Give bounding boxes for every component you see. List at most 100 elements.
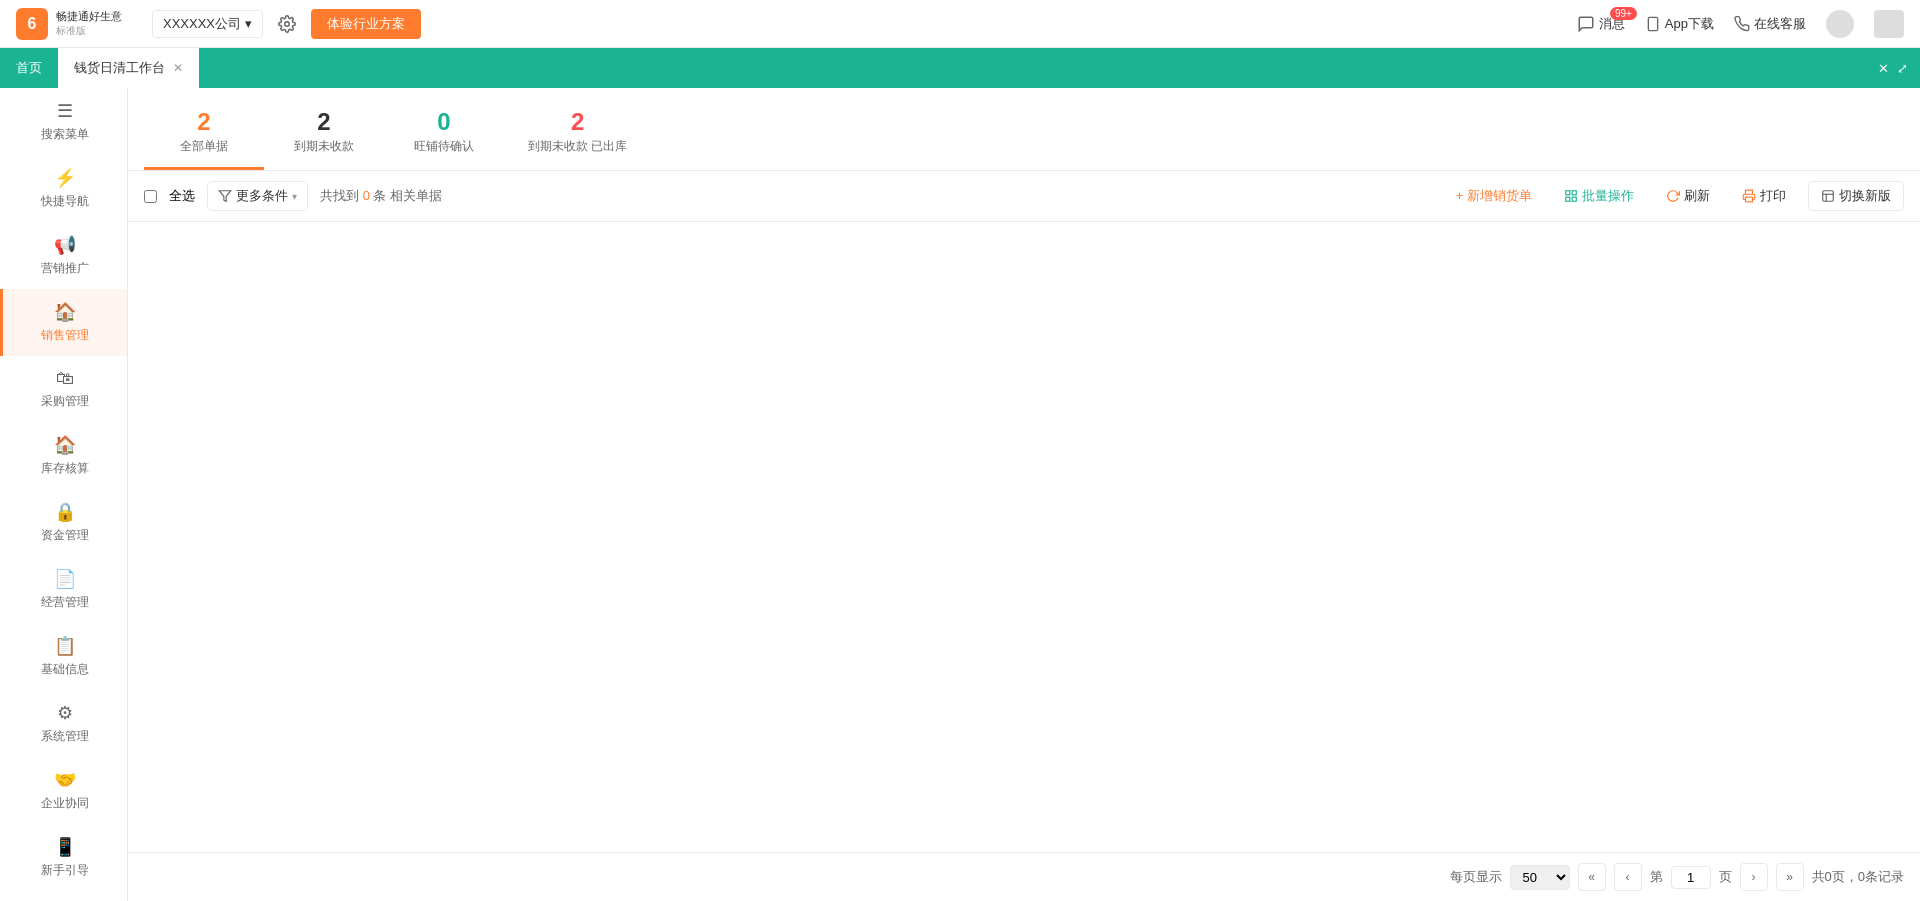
sidebar-item-cooperation[interactable]: 🤝 企业协同 <box>0 757 127 824</box>
stat-all-label: 全部单据 <box>168 138 240 155</box>
select-all-checkbox[interactable] <box>144 190 157 203</box>
sidebar-item-label: 库存核算 <box>41 460 89 477</box>
cooperation-icon: 🤝 <box>54 769 76 791</box>
stat-tab-all[interactable]: 2 全部单据 <box>144 100 264 170</box>
stat-wangpu-label: 旺铺待确认 <box>408 138 480 155</box>
stat-all-number: 2 <box>168 108 240 136</box>
online-service-label: 在线客服 <box>1754 15 1806 33</box>
filter-button[interactable]: 更多条件 ▾ <box>207 181 308 211</box>
stat-overdue-shipped-number: 2 <box>528 108 627 136</box>
stat-tab-wangpu[interactable]: 0 旺铺待确认 <box>384 100 504 170</box>
sidebar-item-label: 采购管理 <box>41 393 89 410</box>
sidebar-item-label: 搜索菜单 <box>41 126 89 143</box>
switch-icon <box>1821 189 1835 203</box>
switch-version-button[interactable]: 切换新版 <box>1808 181 1904 211</box>
last-page-button[interactable]: » <box>1776 863 1804 891</box>
stat-overdue-number: 2 <box>288 108 360 136</box>
prev-page-button[interactable]: ‹ <box>1614 863 1642 891</box>
add-sales-order-label: + 新增销货单 <box>1456 187 1532 205</box>
content-area: 2 全部单据 2 到期未收款 0 旺铺待确认 2 到期未收款 已出库 全选 更多… <box>128 88 1920 901</box>
page-word: 第 <box>1650 868 1663 886</box>
settings-button[interactable] <box>271 8 303 40</box>
top-nav: 6 畅捷通好生意 标准版 XXXXXX公司 ▾ 体验行业方案 消息 99+ Ap… <box>0 0 1920 48</box>
search-menu-icon: ☰ <box>57 100 73 122</box>
username-label <box>1874 10 1904 38</box>
sidebar-item-sales[interactable]: 🏠 销售管理 <box>0 289 127 356</box>
logo-badge: 标准版 <box>56 24 122 38</box>
first-page-button[interactable]: « <box>1578 863 1606 891</box>
sidebar-item-label: 营销推广 <box>41 260 89 277</box>
logo-title: 畅捷通好生意 <box>56 9 122 23</box>
print-label: 打印 <box>1760 187 1786 205</box>
print-icon <box>1742 189 1756 203</box>
sidebar-item-label: 基础信息 <box>41 661 89 678</box>
add-sales-order-button[interactable]: + 新增销货单 <box>1446 182 1542 210</box>
page-size-select[interactable]: 50 20 100 <box>1510 865 1570 890</box>
page-number-input[interactable] <box>1671 866 1711 889</box>
guide-icon: 📱 <box>54 836 76 858</box>
batch-label: 批量操作 <box>1582 187 1634 205</box>
svg-rect-1 <box>1648 17 1657 30</box>
tab-home-label: 首页 <box>16 59 42 77</box>
tab-work-station[interactable]: 钱货日清工作台 ✕ <box>58 48 199 88</box>
page-suffix: 页 <box>1719 868 1732 886</box>
svg-rect-8 <box>1746 197 1753 202</box>
sidebar-item-label: 系统管理 <box>41 728 89 745</box>
batch-operation-button[interactable]: 批量操作 <box>1554 182 1644 210</box>
sidebar-item-purchase[interactable]: 🛍 采购管理 <box>0 356 127 422</box>
sidebar-item-quick-nav[interactable]: ⚡ 快捷导航 <box>0 155 127 222</box>
system-icon: ⚙ <box>57 702 73 724</box>
sidebar-item-inventory[interactable]: 🏠 库存核算 <box>0 422 127 489</box>
sidebar-item-marketing[interactable]: 📢 营销推广 <box>0 222 127 289</box>
refresh-icon <box>1666 189 1680 203</box>
main-layout: ☰ 搜索菜单 ⚡ 快捷导航 📢 营销推广 🏠 销售管理 🛍 采购管理 🏠 库存核… <box>0 88 1920 901</box>
stat-overdue-label: 到期未收款 <box>288 138 360 155</box>
sidebar-item-app-center[interactable]: 🎁 应用中心 <box>0 891 127 901</box>
batch-icon <box>1564 189 1578 203</box>
sidebar-item-search-menu[interactable]: ☰ 搜索菜单 <box>0 88 127 155</box>
top-right-area: 消息 99+ App下载 在线客服 <box>1577 10 1904 38</box>
refresh-button[interactable]: 刷新 <box>1656 182 1720 210</box>
sidebar-item-basic-info[interactable]: 📋 基础信息 <box>0 623 127 690</box>
next-page-button[interactable]: › <box>1740 863 1768 891</box>
messages-button[interactable]: 消息 99+ <box>1577 15 1625 33</box>
logo-icon: 6 <box>16 8 48 40</box>
total-text: 共0页，0条记录 <box>1812 868 1904 886</box>
tab-expand-area: ✕ ⤢ <box>1866 61 1920 76</box>
trial-button[interactable]: 体验行业方案 <box>311 9 421 39</box>
svg-point-0 <box>285 21 290 26</box>
stats-tabs: 2 全部单据 2 到期未收款 0 旺铺待确认 2 到期未收款 已出库 <box>128 88 1920 171</box>
chevron-down-icon: ▾ <box>245 16 252 31</box>
switch-label: 切换新版 <box>1839 187 1891 205</box>
stat-overdue-shipped-label: 到期未收款 已出库 <box>528 138 627 155</box>
filter-icon <box>218 189 232 203</box>
table-area <box>128 222 1920 852</box>
svg-rect-5 <box>1572 191 1576 195</box>
sales-icon: 🏠 <box>54 301 76 323</box>
sidebar-item-finance[interactable]: 🔒 资金管理 <box>0 489 127 556</box>
print-button[interactable]: 打印 <box>1732 182 1796 210</box>
stat-tab-overdue[interactable]: 2 到期未收款 <box>264 100 384 170</box>
sidebar-item-label: 销售管理 <box>41 327 89 344</box>
company-selector[interactable]: XXXXXX公司 ▾ <box>152 10 263 38</box>
svg-rect-9 <box>1823 191 1834 202</box>
sidebar-item-guide[interactable]: 📱 新手引导 <box>0 824 127 891</box>
svg-rect-7 <box>1572 197 1576 201</box>
app-download-button[interactable]: App下载 <box>1645 15 1714 33</box>
purchase-icon: 🛍 <box>56 368 74 389</box>
sidebar: ☰ 搜索菜单 ⚡ 快捷导航 📢 营销推广 🏠 销售管理 🛍 采购管理 🏠 库存核… <box>0 88 128 901</box>
tab-close-icon[interactable]: ✕ <box>173 61 183 75</box>
filter-btn-label: 更多条件 <box>236 187 288 205</box>
sidebar-item-label: 快捷导航 <box>41 193 89 210</box>
stat-tab-overdue-shipped[interactable]: 2 到期未收款 已出库 <box>504 100 651 170</box>
tab-home[interactable]: 首页 <box>0 48 58 88</box>
sidebar-item-operations[interactable]: 📄 经营管理 <box>0 556 127 623</box>
tab-maximize-icon[interactable]: ⤢ <box>1897 61 1908 76</box>
sidebar-item-system[interactable]: ⚙ 系统管理 <box>0 690 127 757</box>
tab-minimize-icon[interactable]: ✕ <box>1878 61 1889 76</box>
company-name: XXXXXX公司 <box>163 15 241 33</box>
logo-area: 6 畅捷通好生意 标准版 <box>16 8 144 40</box>
avatar[interactable] <box>1826 10 1854 38</box>
online-service-button[interactable]: 在线客服 <box>1734 15 1806 33</box>
sidebar-item-label: 资金管理 <box>41 527 89 544</box>
